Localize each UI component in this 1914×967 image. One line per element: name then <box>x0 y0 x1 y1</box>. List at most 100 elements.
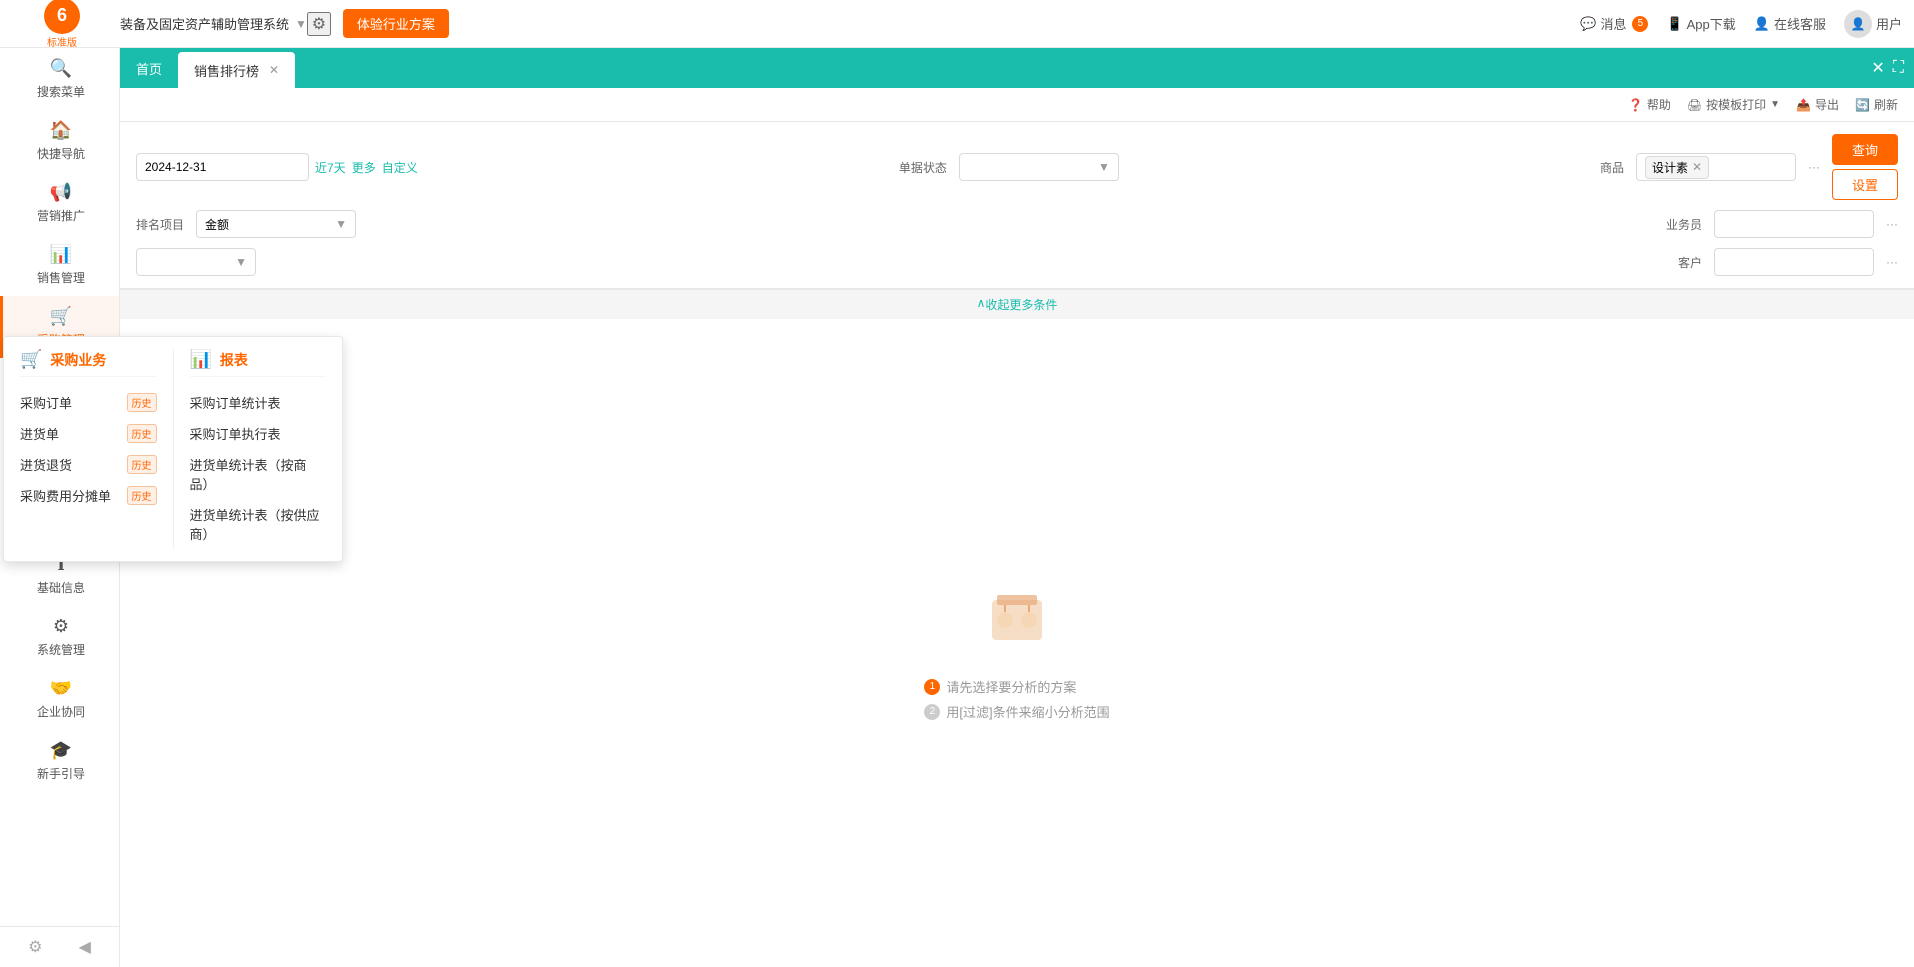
print-button[interactable]: 🖨 按模板打印 ▼ <box>1687 96 1780 113</box>
query-settings-group: 查询 设置 <box>1832 134 1898 200</box>
empty-step-1-text: 请先选择要分析的方案 <box>946 677 1076 696</box>
sidebar-item-purchase[interactable]: 🛒 采购管理 🛒 采购业务 采购订单 历史 进货单 历史 <box>0 296 119 358</box>
online-service-button[interactable]: 👤 在线客服 <box>1754 14 1826 33</box>
goods-tag-close[interactable]: ✕ <box>1692 160 1702 174</box>
sidebar-item-cooperation[interactable]: 🤝 企业协同 <box>0 668 119 730</box>
solution-button[interactable]: 体验行业方案 <box>343 9 449 38</box>
purchase-order-stat-item[interactable]: 采购订单统计表 <box>190 387 327 418</box>
purchase-col-header: 🛒 采购业务 <box>20 349 157 377</box>
document-status-label: 单据状态 <box>899 159 947 176</box>
sidebar-item-sales[interactable]: 📊 销售管理 <box>0 234 119 296</box>
topbar-settings-button[interactable]: ⚙ <box>307 12 331 36</box>
user-label: 用户 <box>1876 14 1902 33</box>
sidebar: 🔍 搜索菜单 🏠 快捷导航 📢 营销推广 📊 销售管理 🛒 采购管理 🛒 采购业… <box>0 48 120 967</box>
sidebar-item-newbie[interactable]: 🎓 新手引导 <box>0 730 119 792</box>
dept-dropdown-icon: ▼ <box>235 255 247 269</box>
purchase-dropdown: 🛒 采购业务 采购订单 历史 进货单 历史 进货退货 历史 <box>3 336 343 562</box>
report-col-title: 报表 <box>220 350 248 370</box>
message-label: 消息 <box>1600 14 1626 33</box>
app-download-button[interactable]: 📱 App下载 <box>1666 14 1735 33</box>
date-start-input[interactable] <box>136 153 309 181</box>
user-menu[interactable]: 👤 用户 <box>1844 10 1902 38</box>
sidebar-collapse-button[interactable]: ◀ <box>79 937 91 957</box>
sidebar-item-marketing[interactable]: 📢 营销推广 <box>0 172 119 234</box>
collapse-icon: ∧ <box>977 296 986 313</box>
purchase-col-icon: 🛒 <box>20 349 42 370</box>
message-icon: 💬 <box>1580 16 1596 32</box>
collapse-button[interactable]: ∧ 收起更多条件 <box>120 289 1914 319</box>
sidebar-item-search[interactable]: 🔍 搜索菜单 <box>0 48 119 110</box>
rank-label: 排名项目 <box>136 216 184 233</box>
customer-more-icon[interactable]: ··· <box>1886 255 1898 269</box>
incoming-stat-goods-item[interactable]: 进货单统计表（按商品） <box>190 449 327 499</box>
incoming-return-item[interactable]: 进货退货 历史 <box>20 449 157 480</box>
refresh-button[interactable]: 🔄 刷新 <box>1855 96 1898 113</box>
refresh-icon: 🔄 <box>1855 98 1870 112</box>
tab-sales-rank-label: 销售排行榜 <box>194 61 259 80</box>
empty-step-2-text: 用[过滤]条件来缩小分析范围 <box>946 702 1109 721</box>
report-col: 📊 报表 采购订单统计表 采购订单执行表 进货单统计表（按商品） 进货单统计表（… <box>173 349 343 549</box>
incoming-stat-goods-label: 进货单统计表（按商品） <box>190 455 327 493</box>
purchase-col: 🛒 采购业务 采购订单 历史 进货单 历史 进货退货 历史 <box>4 349 173 549</box>
logo: 6 标准版 <box>12 0 112 49</box>
empty-step-2: 2 用[过滤]条件来缩小分析范围 <box>924 702 1109 721</box>
purchase-expense-label: 采购费用分摊单 <box>20 486 111 505</box>
sidebar-item-label: 系统管理 <box>37 641 85 658</box>
incoming-stat-supplier-item[interactable]: 进货单统计表（按供应商） <box>190 499 327 549</box>
dept-input[interactable]: ▼ <box>136 248 256 276</box>
system-dropdown-icon[interactable]: ▼ <box>295 17 307 31</box>
svg-text:6: 6 <box>57 5 67 25</box>
page-content: ❓ 帮助 🖨 按模板打印 ▼ 📤 导出 🔄 刷新 <box>120 88 1914 967</box>
purchase-order-exec-item[interactable]: 采购订单执行表 <box>190 418 327 449</box>
message-button[interactable]: 💬 消息 5 <box>1580 14 1648 33</box>
rank-value: 金额 <box>205 216 229 233</box>
salesperson-label: 业务员 <box>1666 216 1702 233</box>
purchase-expense-item[interactable]: 采购费用分摊单 历史 <box>20 480 157 511</box>
purchase-order-stat-label: 采购订单统计表 <box>190 393 281 412</box>
cooperation-icon: 🤝 <box>50 678 72 699</box>
goods-tag: 设计素 ✕ <box>1645 156 1709 179</box>
date-7days[interactable]: 近7天 <box>315 159 346 176</box>
help-button[interactable]: ❓ 帮助 <box>1628 96 1671 113</box>
salesperson-input[interactable] <box>1714 210 1874 238</box>
date-filter: 近7天 更多 自定义 <box>136 153 418 181</box>
system-icon: ⚙ <box>53 616 69 637</box>
tab-close-button[interactable]: ✕ <box>1871 58 1884 78</box>
logo-icon: 6 <box>44 0 80 34</box>
topbar: 6 标准版 装备及固定资产辅助管理系统 ▼ ⚙ 体验行业方案 💬 消息 5 📱 … <box>0 0 1914 48</box>
goods-more-icon[interactable]: ··· <box>1808 160 1820 174</box>
customer-input[interactable] <box>1714 248 1874 276</box>
goods-input[interactable]: 设计素 ✕ <box>1636 153 1796 181</box>
sidebar-item-system[interactable]: ⚙ 系统管理 <box>0 606 119 668</box>
incoming-order-badge: 历史 <box>127 424 157 443</box>
sidebar-settings-button[interactable]: ⚙ <box>28 937 42 957</box>
purchase-order-exec-label: 采购订单执行表 <box>190 424 281 443</box>
print-icon: 🖨 <box>1687 98 1702 112</box>
purchase-order-item[interactable]: 采购订单 历史 <box>20 387 157 418</box>
date-more[interactable]: 更多 <box>352 159 376 176</box>
sidebar-item-label: 企业协同 <box>37 703 85 720</box>
sidebar-item-quick-nav[interactable]: 🏠 快捷导航 <box>0 110 119 172</box>
incoming-order-label: 进货单 <box>20 424 59 443</box>
export-button[interactable]: 📤 导出 <box>1796 96 1839 113</box>
tab-sales-rank[interactable]: 销售排行榜 ✕ <box>178 52 295 88</box>
salesperson-more-icon[interactable]: ··· <box>1886 217 1898 231</box>
purchase-order-badge: 历史 <box>127 393 157 412</box>
incoming-order-item[interactable]: 进货单 历史 <box>20 418 157 449</box>
settings-button[interactable]: 设置 <box>1832 169 1898 200</box>
export-label: 导出 <box>1815 96 1839 113</box>
tab-fullscreen-button[interactable]: ⛶ <box>1893 59 1904 77</box>
tab-close-icon[interactable]: ✕ <box>269 63 279 77</box>
incoming-return-label: 进货退货 <box>20 455 72 474</box>
query-button[interactable]: 查询 <box>1832 134 1898 165</box>
app-download-label: App下载 <box>1687 14 1736 33</box>
filter-row-3: ▼ 客户 ··· <box>136 248 1898 276</box>
topbar-right: 💬 消息 5 📱 App下载 👤 在线客服 👤 用户 <box>1580 10 1902 38</box>
newbie-icon: 🎓 <box>50 740 72 761</box>
date-custom[interactable]: 自定义 <box>382 159 418 176</box>
document-status-input[interactable]: ▼ <box>959 153 1119 181</box>
step-2-dot: 2 <box>924 704 940 720</box>
rank-input[interactable]: 金额 ▼ <box>196 210 356 238</box>
export-icon: 📤 <box>1796 98 1811 112</box>
tab-home[interactable]: 首页 <box>120 48 178 88</box>
